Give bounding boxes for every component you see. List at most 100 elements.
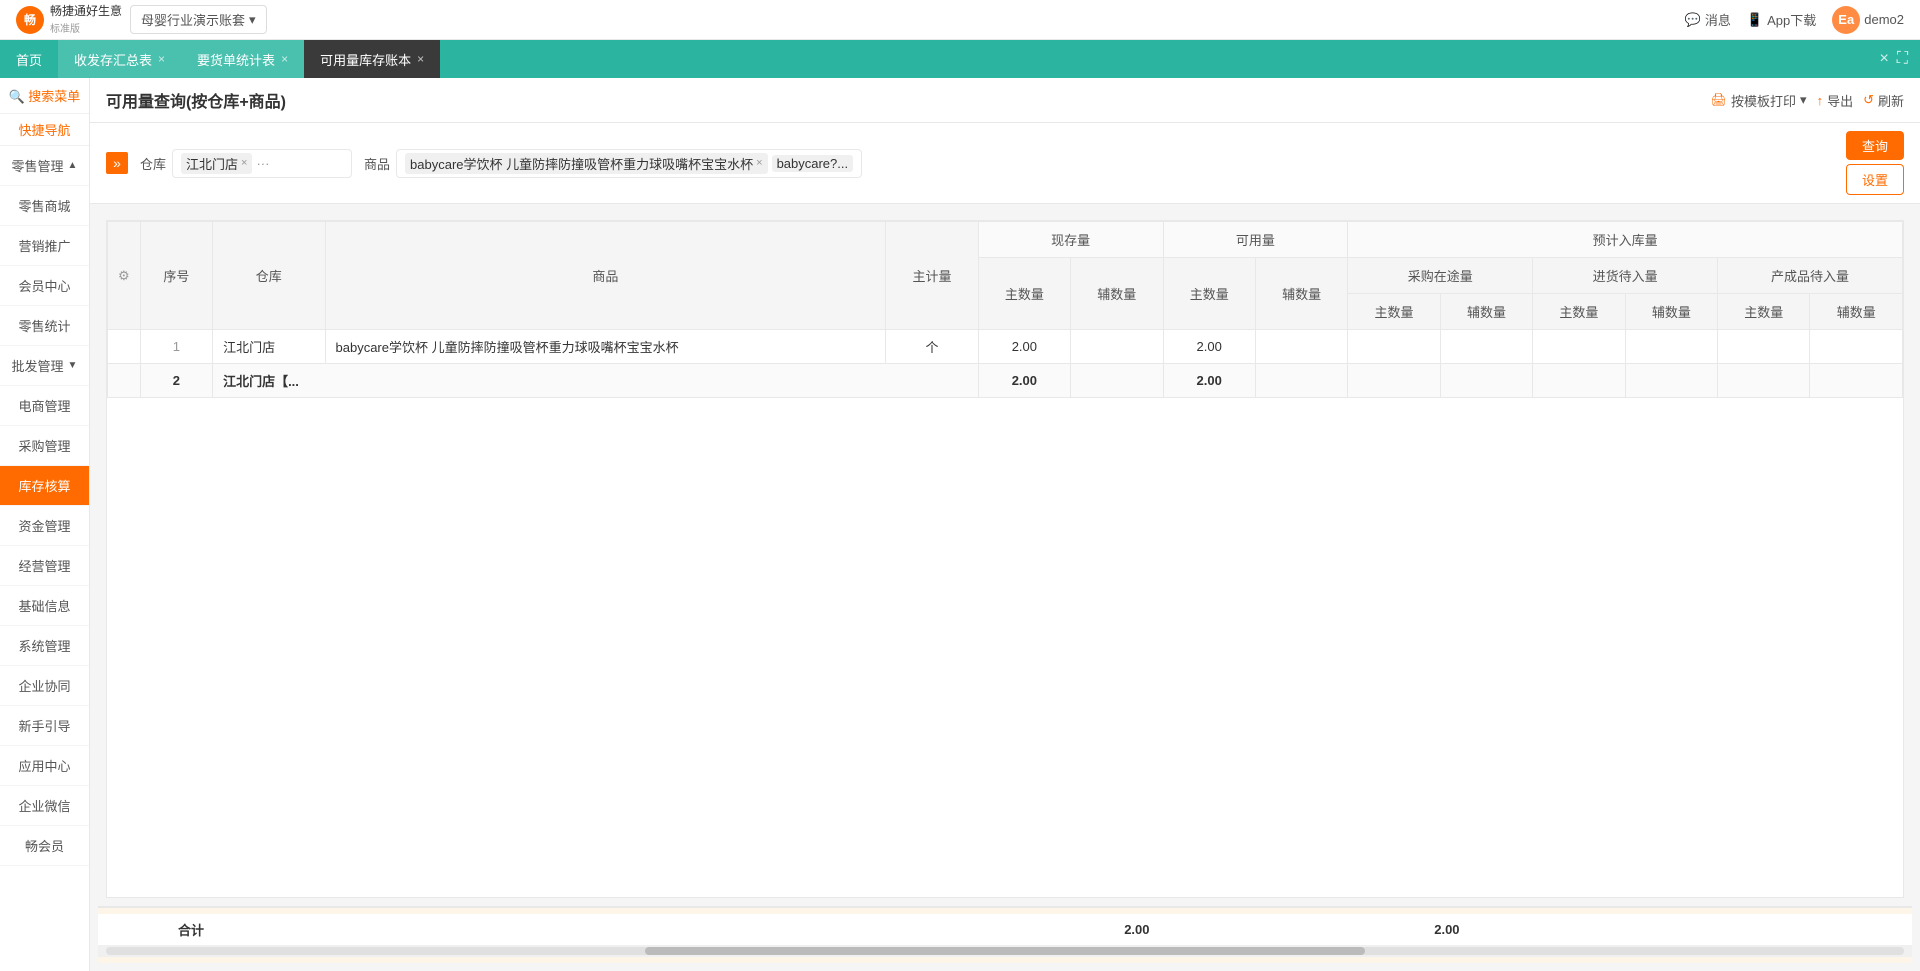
sidebar-item-newguide[interactable]: 新手引导 — [0, 706, 89, 746]
expand-btn[interactable]: ⛶ — [1897, 50, 1908, 68]
sidebar-item-operations-label: 经营管理 — [18, 556, 70, 575]
sidebar-item-basics[interactable]: 基础信息 — [0, 586, 89, 626]
sidebar-item-inventory[interactable]: 库存核算 — [0, 466, 89, 506]
scrollbar-track — [106, 947, 1904, 955]
tab-home[interactable]: 首页 — [0, 40, 58, 78]
tab-yaohuo[interactable]: 要货单统计表 × — [181, 40, 304, 78]
chevron-down-icon: ▼ — [68, 360, 78, 371]
nav-right-actions: × ⛶ — [1879, 50, 1920, 68]
sidebar-item-purchase-label: 采购管理 — [18, 436, 70, 455]
subtotal-incoming-main — [1533, 364, 1625, 398]
sidebar-item-member-label: 会员中心 — [18, 276, 70, 295]
message-btn[interactable]: 💬 消息 — [1685, 10, 1731, 29]
total-product-cell — [362, 914, 943, 945]
username: demo2 — [1864, 12, 1904, 27]
query-btn[interactable]: 查询 — [1846, 131, 1904, 160]
sidebar-item-finance-label: 资金管理 — [18, 516, 70, 535]
warehouse-tag-container[interactable]: 江北门店 × ··· — [172, 149, 352, 178]
row-1-gear — [108, 330, 141, 364]
sidebar-item-purchase[interactable]: 采购管理 — [0, 426, 89, 466]
product-label: 商品 — [364, 154, 390, 173]
sidebar-item-vip[interactable]: 畅会员 — [0, 826, 89, 866]
sidebar-item-retail-mall-label: 零售商城 — [18, 196, 70, 215]
top-bar: 畅 畅捷通好生意 标准版 母婴行业演示账套 ▾ 💬 消息 📱 App下载 Ea … — [0, 0, 1920, 40]
quicknav-label: 快捷导航 — [18, 123, 70, 138]
bottom-scrollbar[interactable] — [98, 945, 1912, 957]
col-incoming-aux-header: 辅数量 — [1625, 294, 1717, 330]
close-all-btn[interactable]: × — [1879, 50, 1888, 68]
sidebar-item-marketing[interactable]: 营销推广 — [0, 226, 89, 266]
product-tag-1-remove[interactable]: × — [756, 157, 762, 169]
subtotal-current-aux — [1071, 364, 1163, 398]
warehouse-more-icon[interactable]: ··· — [256, 156, 269, 171]
subtotal-index: 2 — [140, 364, 212, 398]
sidebar-item-wholesale[interactable]: 批发管理 ▼ — [0, 346, 89, 386]
avatar-text: Ea — [1838, 12, 1854, 27]
user-area[interactable]: Ea demo2 — [1832, 6, 1904, 34]
dropdown-arrow-icon: ▾ — [249, 12, 256, 28]
sidebar-item-retail-mall[interactable]: 零售商城 — [0, 186, 89, 226]
total-current-aux — [1214, 914, 1369, 945]
sidebar-item-enterprise[interactable]: 企业协同 — [0, 666, 89, 706]
top-bar-left: 畅 畅捷通好生意 标准版 母婴行业演示账套 ▾ — [16, 4, 267, 35]
logo-text: 畅捷通好生意 — [50, 4, 122, 20]
sidebar-item-finance[interactable]: 资金管理 — [0, 506, 89, 546]
total-unit-cell — [943, 914, 1059, 945]
sidebar-search[interactable]: 🔍 搜索菜单 — [0, 78, 89, 114]
subtotal-purchase-aux — [1440, 364, 1532, 398]
total-production-main — [1834, 914, 1873, 945]
row-1-incoming-aux — [1625, 330, 1717, 364]
warehouse-tag-remove[interactable]: × — [241, 157, 247, 169]
product-tag-2: babycare?... — [772, 155, 854, 172]
sidebar-quicknav[interactable]: 快捷导航 — [0, 114, 89, 146]
col-incoming-main-header: 主数量 — [1533, 294, 1625, 330]
gear-icon[interactable]: ⚙ — [118, 268, 130, 283]
sidebar-item-ecommerce[interactable]: 电商管理 — [0, 386, 89, 426]
sidebar-item-appcenter[interactable]: 应用中心 — [0, 746, 89, 786]
refresh-btn[interactable]: ↺ 刷新 — [1863, 91, 1904, 110]
product-tag-container[interactable]: babycare学饮杯 儿童防摔防撞吸管杯重力球吸嘴杯宝宝水杯 × babyca… — [396, 149, 862, 178]
expand-filter-btn[interactable]: » — [106, 152, 128, 174]
col-current-aux-header: 辅数量 — [1071, 258, 1163, 330]
sidebar-item-wechat[interactable]: 企业微信 — [0, 786, 89, 826]
tab-shoufacun[interactable]: 收发存汇总表 × — [58, 40, 181, 78]
row-1-purchase-main — [1348, 330, 1440, 364]
export-btn[interactable]: ↑ 导出 — [1817, 91, 1854, 110]
col-index-header: 序号 — [140, 222, 212, 330]
print-label: 按模板打印 — [1731, 91, 1796, 110]
print-icon: 🖨 — [1711, 92, 1728, 108]
sidebar-item-member[interactable]: 会员中心 — [0, 266, 89, 306]
total-avail-main: 2.00 — [1369, 914, 1524, 945]
export-icon: ↑ — [1817, 93, 1824, 108]
col-available-header: 可用量 — [1163, 222, 1348, 258]
row-1-production-aux — [1810, 330, 1903, 364]
chevron-up-icon: ▲ — [68, 160, 78, 171]
export-label: 导出 — [1827, 91, 1853, 110]
tab-shoufacun-close[interactable]: × — [158, 52, 165, 66]
logo-text-area: 畅捷通好生意 标准版 — [50, 4, 122, 35]
print-btn[interactable]: 🖨 按模板打印 ▾ — [1711, 91, 1807, 110]
tab-keyongliang-close[interactable]: × — [417, 52, 424, 66]
sidebar-item-system[interactable]: 系统管理 — [0, 626, 89, 666]
sidebar-item-newguide-label: 新手引导 — [18, 716, 70, 735]
sidebar-item-operations[interactable]: 经营管理 — [0, 546, 89, 586]
col-warehouse-header: 仓库 — [213, 222, 325, 330]
main-layout: 🔍 搜索菜单 快捷导航 零售管理 ▲ 零售商城 营销推广 会员中心 零售统计 批… — [0, 78, 1920, 971]
sidebar-item-retail-mgmt[interactable]: 零售管理 ▲ — [0, 146, 89, 186]
sidebar-item-system-label: 系统管理 — [18, 636, 70, 655]
col-purchase-aux-header: 辅数量 — [1440, 294, 1532, 330]
warehouse-label: 仓库 — [140, 154, 166, 173]
col-currentstock-header: 现存量 — [978, 222, 1163, 258]
tab-yaohuo-close[interactable]: × — [281, 52, 288, 66]
total-incoming-main — [1757, 914, 1796, 945]
tab-keyongliang[interactable]: 可用量库存账本 × — [304, 40, 440, 78]
setting-btn[interactable]: 设置 — [1846, 164, 1904, 195]
total-label: 合计 — [168, 914, 362, 945]
app-download-btn[interactable]: 📱 App下载 — [1747, 10, 1816, 29]
store-selector[interactable]: 母婴行业演示账套 ▾ — [130, 5, 267, 34]
sidebar-item-retail-stats[interactable]: 零售统计 — [0, 306, 89, 346]
content-area: 可用量查询(按仓库+商品) 🖨 按模板打印 ▾ ↑ 导出 ↺ 刷新 » — [90, 78, 1920, 971]
subtotal-warehouse: 江北门店【... — [213, 364, 979, 398]
sidebar-item-appcenter-label: 应用中心 — [18, 756, 70, 775]
subtotal-avail-main: 2.00 — [1163, 364, 1255, 398]
